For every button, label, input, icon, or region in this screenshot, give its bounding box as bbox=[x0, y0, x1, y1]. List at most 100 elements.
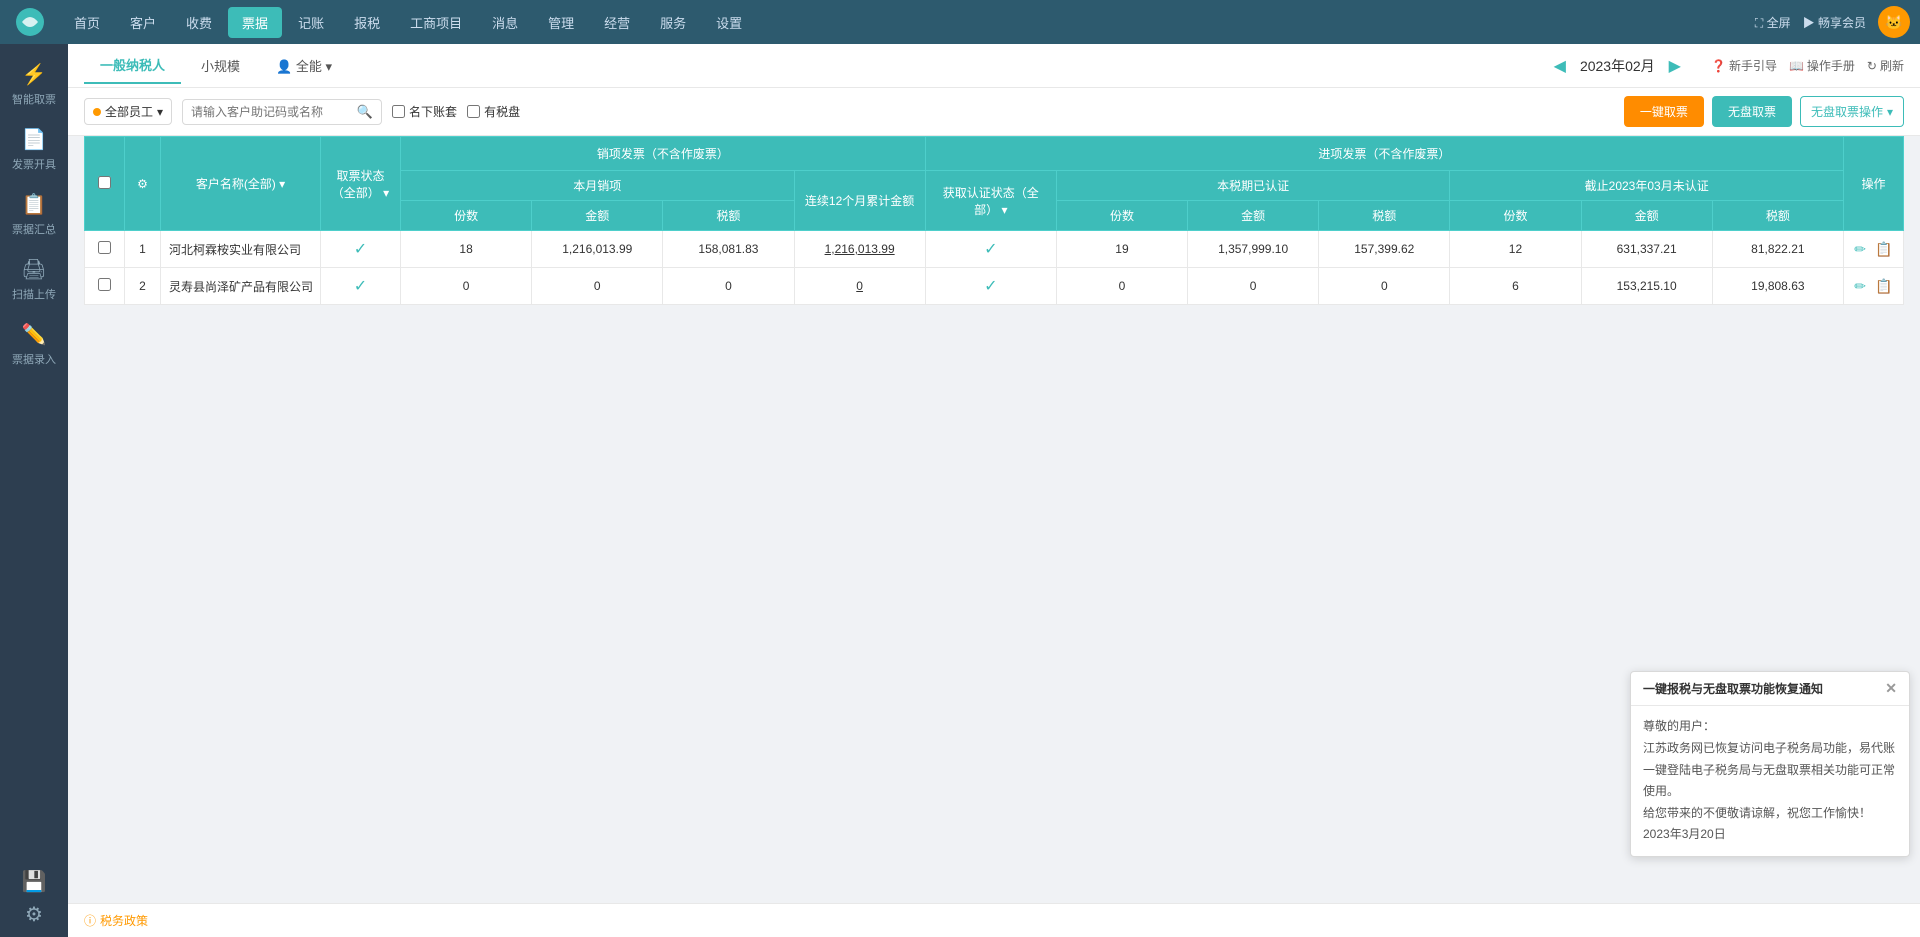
under-account-checkbox[interactable]: 名下账套 bbox=[392, 103, 457, 120]
tab-all-chevron: ▾ bbox=[325, 59, 332, 74]
th-num2: 份数 bbox=[1056, 201, 1187, 231]
th-checkbox bbox=[85, 137, 125, 231]
tax-policy-link[interactable]: ⓘ 税务政策 bbox=[84, 912, 148, 929]
customer-filter-icon[interactable]: ▾ bbox=[279, 177, 285, 191]
sidebar-item-ticket-summary[interactable]: 📋 票据汇总 bbox=[4, 184, 64, 245]
member-btn[interactable]: ▶ 畅享会员 bbox=[1803, 14, 1866, 31]
new-guide-btn[interactable]: ❓ 新手引导 bbox=[1711, 57, 1777, 74]
row2-amount3: 153,215.10 bbox=[1581, 268, 1712, 305]
cert-filter-icon[interactable]: ▾ bbox=[1001, 203, 1007, 217]
nav-settings[interactable]: 设置 bbox=[702, 7, 756, 38]
row1-num2: 19 bbox=[1056, 231, 1187, 268]
no-disk-ticket-btn[interactable]: 无盘取票 bbox=[1712, 96, 1792, 127]
employee-select[interactable]: 全部员工 ▾ bbox=[84, 98, 172, 125]
one-click-ticket-btn[interactable]: 一键取票 bbox=[1624, 96, 1704, 127]
row1-tax: 158,081.83 bbox=[663, 231, 794, 268]
sidebar-bottom-icon2[interactable]: ⚙ bbox=[25, 902, 43, 927]
no-disk-ops-btn[interactable]: 无盘取票操作 ▾ bbox=[1800, 96, 1904, 127]
take-status-filter-icon[interactable]: ▾ bbox=[383, 186, 389, 200]
row2-amount2: 0 bbox=[1188, 268, 1319, 305]
nav-management[interactable]: 管理 bbox=[534, 7, 588, 38]
tax-disk-check[interactable] bbox=[467, 105, 480, 118]
sidebar-item-smart-ticket[interactable]: ⚡ 智能取票 bbox=[4, 54, 64, 115]
ticket-entry-icon: ✏️ bbox=[22, 322, 47, 347]
th-customer: 客户名称(全部) ▾ bbox=[161, 137, 321, 231]
row1-cum-link[interactable]: 1,216,013.99 bbox=[825, 242, 895, 256]
row1-check[interactable] bbox=[98, 241, 111, 254]
tab-all-icon: 👤 bbox=[276, 59, 292, 74]
user-avatar[interactable]: 🐱 bbox=[1878, 6, 1910, 38]
tab-general-taxpayer[interactable]: 一般纳税人 bbox=[84, 47, 181, 84]
employee-dot bbox=[93, 108, 101, 116]
nav-business[interactable]: 工商项目 bbox=[396, 7, 476, 38]
employee-select-label: 全部员工 bbox=[105, 103, 153, 120]
action-buttons: 一键取票 无盘取票 无盘取票操作 ▾ bbox=[1624, 96, 1904, 127]
top-navigation: 首页 客户 收费 票据 记账 报税 工商项目 消息 管理 经营 服务 设置 ⛶ … bbox=[0, 0, 1920, 44]
row1-num: 18 bbox=[401, 231, 532, 268]
row2-customer: 灵寿县尚泽矿产品有限公司 bbox=[161, 268, 321, 305]
fullscreen-btn[interactable]: ⛶ 全屏 bbox=[1755, 14, 1791, 31]
filter-bar: 全部员工 ▾ 🔍 名下账套 有税盘 一键取票 无盘取票 无盘取票操作 ▾ bbox=[68, 88, 1920, 136]
nav-messages[interactable]: 消息 bbox=[478, 7, 532, 38]
popup-close-btn[interactable]: ✕ bbox=[1885, 680, 1897, 697]
row2-edit-icon[interactable]: ✏ bbox=[1854, 278, 1866, 294]
nav-customers[interactable]: 客户 bbox=[116, 7, 170, 38]
prev-month-btn[interactable]: ◀ bbox=[1548, 54, 1572, 78]
th-tax2: 税额 bbox=[1319, 201, 1450, 231]
row1-amount: 1,216,013.99 bbox=[532, 231, 663, 268]
row2-tax: 0 bbox=[663, 268, 794, 305]
left-sidebar: ⚡ 智能取票 📄 发票开具 📋 票据汇总 🖨 扫描上传 ✏️ 票据录入 💾 ⚙ bbox=[0, 44, 68, 937]
row1-no: 1 bbox=[125, 231, 161, 268]
invoice-table: ⚙ 客户名称(全部) ▾ 取票状态（全部） ▾ 销项发票（不含作废票） 进项发票… bbox=[84, 136, 1904, 305]
row2-detail-icon[interactable]: 📋 bbox=[1875, 278, 1892, 294]
nav-bookkeeping[interactable]: 记账 bbox=[284, 7, 338, 38]
row2-check[interactable] bbox=[98, 278, 111, 291]
row2-tax3: 19,808.63 bbox=[1712, 268, 1843, 305]
tab-bar: 一般纳税人 小规模 👤 全能 ▾ ◀ 2023年02月 ▶ ❓ 新手引导 📖 操… bbox=[68, 44, 1920, 88]
th-tax1: 税额 bbox=[663, 201, 794, 231]
nav-tax[interactable]: 报税 bbox=[340, 7, 394, 38]
nav-services[interactable]: 服务 bbox=[646, 7, 700, 38]
th-purchase-header: 进项发票（不含作废票） bbox=[925, 137, 1843, 171]
sidebar-item-invoice-open[interactable]: 📄 发票开具 bbox=[4, 119, 64, 180]
current-date: 2023年02月 bbox=[1580, 56, 1655, 76]
nav-fees[interactable]: 收费 bbox=[172, 7, 226, 38]
manual-btn[interactable]: 📖 操作手册 bbox=[1789, 57, 1855, 74]
tab-all[interactable]: 👤 全能 ▾ bbox=[260, 48, 348, 83]
refresh-btn[interactable]: ↻ 刷新 bbox=[1867, 57, 1904, 74]
footer-bar: ⓘ 税务政策 bbox=[68, 903, 1920, 937]
row1-take-status: ✓ bbox=[321, 231, 401, 268]
sidebar-bottom-icon1[interactable]: 💾 bbox=[22, 869, 47, 894]
row1-checkbox bbox=[85, 231, 125, 268]
employee-select-chevron: ▾ bbox=[157, 105, 163, 119]
row1-detail-icon[interactable]: 📋 bbox=[1875, 241, 1892, 257]
table-row: 1 河北柯霖桉实业有限公司 ✓ 18 1,216,013.99 158,081.… bbox=[85, 231, 1904, 268]
sidebar-item-scan-upload[interactable]: 🖨 扫描上传 bbox=[4, 249, 64, 310]
select-all-checkbox[interactable] bbox=[98, 176, 111, 189]
sidebar-item-ticket-entry[interactable]: ✏️ 票据录入 bbox=[4, 314, 64, 375]
next-month-btn[interactable]: ▶ bbox=[1663, 54, 1687, 78]
scan-upload-icon: 🖨 bbox=[21, 257, 46, 282]
tax-policy-icon: ⓘ bbox=[84, 912, 96, 929]
sidebar-bottom: 💾 ⚙ bbox=[22, 869, 47, 927]
row1-edit-icon[interactable]: ✏ bbox=[1854, 241, 1866, 257]
tab-right-actions: ❓ 新手引导 📖 操作手册 ↻ 刷新 bbox=[1711, 57, 1904, 74]
app-logo bbox=[10, 2, 50, 42]
sidebar-label-invoice-open: 发票开具 bbox=[12, 156, 56, 172]
row2-num3: 6 bbox=[1450, 268, 1581, 305]
table-row: 2 灵寿县尚泽矿产品有限公司 ✓ 0 0 0 0 ✓ 0 0 0 6 153,2… bbox=[85, 268, 1904, 305]
search-input[interactable] bbox=[191, 105, 351, 119]
nav-tickets[interactable]: 票据 bbox=[228, 7, 282, 38]
search-icon[interactable]: 🔍 bbox=[357, 104, 373, 120]
sidebar-label-ticket-summary: 票据汇总 bbox=[12, 221, 56, 237]
th-num1: 份数 bbox=[401, 201, 532, 231]
nav-home[interactable]: 首页 bbox=[60, 7, 114, 38]
tab-small-scale[interactable]: 小规模 bbox=[185, 48, 256, 83]
th-certified-period: 本税期已认证 bbox=[1056, 171, 1450, 201]
nav-operations[interactable]: 经营 bbox=[590, 7, 644, 38]
row2-ops: ✏ 📋 bbox=[1844, 268, 1904, 305]
row2-cum-link[interactable]: 0 bbox=[856, 279, 863, 293]
under-account-check[interactable] bbox=[392, 105, 405, 118]
tax-disk-checkbox[interactable]: 有税盘 bbox=[467, 103, 520, 120]
row2-num2: 0 bbox=[1056, 268, 1187, 305]
